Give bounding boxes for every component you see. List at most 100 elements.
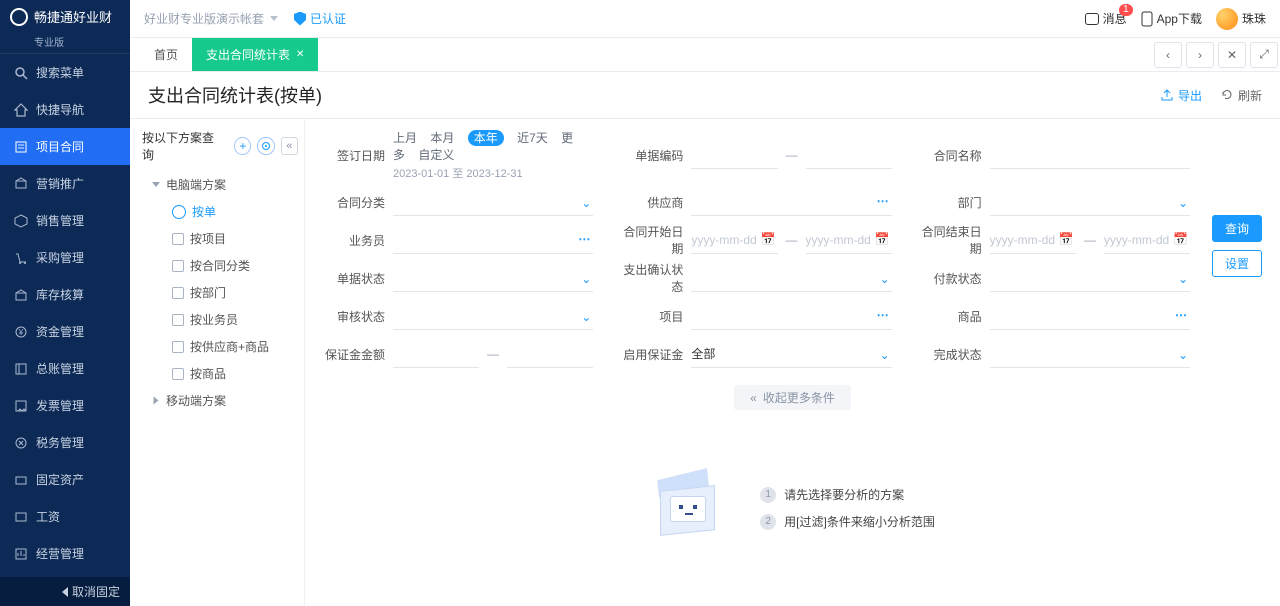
nav-marketing[interactable]: 营销推广 xyxy=(0,165,130,202)
nav-label: 项目合同 xyxy=(36,138,84,155)
unpin-button[interactable]: 取消固定 xyxy=(0,577,130,606)
opt-last-month[interactable]: 上月 xyxy=(393,131,417,145)
salesman-picker[interactable]: ⋯ xyxy=(393,226,593,254)
nav-funds[interactable]: ¥资金管理 xyxy=(0,313,130,350)
nav-quicknav[interactable]: 快捷导航 xyxy=(0,91,130,128)
chevron-down-icon: ⌄ xyxy=(581,272,591,286)
label: 签订日期 xyxy=(315,147,385,164)
refresh-button[interactable]: 刷新 xyxy=(1220,87,1262,104)
download-label: App下载 xyxy=(1157,10,1202,27)
start-date-from[interactable]: 📅 xyxy=(691,226,777,254)
scheme-item-by-order[interactable]: 按单 xyxy=(142,198,298,225)
collapse-conditions-button[interactable]: « 收起更多条件 xyxy=(734,385,851,410)
scheme-item-by-category[interactable]: 按合同分类 xyxy=(142,252,298,279)
opt-this-month[interactable]: 本月 xyxy=(430,131,454,145)
nav-tax[interactable]: 税务管理 xyxy=(0,424,130,461)
query-button[interactable]: 查询 xyxy=(1212,215,1262,242)
nav-project-contract[interactable]: 项目合同 xyxy=(0,128,130,165)
label: 付款状态 xyxy=(912,270,982,287)
nav-inventory[interactable]: 库存核算 xyxy=(0,276,130,313)
scheme-item-by-goods[interactable]: 按商品 xyxy=(142,360,298,387)
confirm-status-select[interactable]: ⌄ xyxy=(691,264,891,292)
scheme-item-by-dept[interactable]: 按部门 xyxy=(142,279,298,306)
end-date-from[interactable]: 📅 xyxy=(990,226,1076,254)
text-input[interactable] xyxy=(990,142,1190,168)
opt-this-year[interactable]: 本年 xyxy=(468,130,504,146)
start-date-to[interactable]: 📅 xyxy=(806,226,892,254)
deposit-to[interactable] xyxy=(507,340,593,368)
project-picker[interactable]: ⋯ xyxy=(691,302,891,330)
tabs-next-button[interactable]: › xyxy=(1186,42,1214,68)
item-icon xyxy=(172,233,184,245)
supplier-picker[interactable]: ⋯ xyxy=(691,188,891,216)
audit-status-select[interactable]: ⌄ xyxy=(393,302,593,330)
user-name: 珠珠 xyxy=(1242,10,1266,27)
export-label: 导出 xyxy=(1178,87,1202,104)
field-contract-name: 合同名称 xyxy=(912,129,1190,181)
opt-custom[interactable]: 自定义 xyxy=(418,148,454,162)
pay-status-select[interactable]: ⌄ xyxy=(990,264,1190,292)
nav-invoice[interactable]: 发票管理 xyxy=(0,387,130,424)
doc-no-to[interactable] xyxy=(806,141,892,169)
label: 完成状态 xyxy=(912,346,982,363)
arrow-left-icon xyxy=(62,587,68,597)
scheme-group-mobile[interactable]: 移动端方案 xyxy=(142,387,298,414)
user-menu[interactable]: 珠珠 xyxy=(1216,8,1266,30)
step-text: 请先选择要分析的方案 xyxy=(784,486,904,503)
nav-purchase[interactable]: 采购管理 xyxy=(0,239,130,276)
nav-assets[interactable]: 固定资产 xyxy=(0,461,130,498)
contract-name-input[interactable] xyxy=(990,141,1190,169)
tab-current[interactable]: 支出合同统计表 ✕ xyxy=(192,38,318,71)
tabbar-controls: ‹ › ✕ ⤢ xyxy=(1152,38,1280,71)
form-actions: 查询 设置 xyxy=(1212,215,1262,277)
add-scheme-button[interactable]: + xyxy=(234,137,251,155)
scheme-item-by-supplier-goods[interactable]: 按供应商+商品 xyxy=(142,333,298,360)
scheme-item-by-salesman[interactable]: 按业务员 xyxy=(142,306,298,333)
nav-search-menu[interactable]: 搜索菜单 xyxy=(0,54,130,91)
dept-select[interactable]: ⌄ xyxy=(990,188,1190,216)
filter-form: 签订日期 上月 本月 本年 近7天 更多 自定义 2023-01-01 至 20… xyxy=(305,119,1280,606)
main: 好业财专业版演示帐套 已认证 消息 1 App下载 xyxy=(130,0,1280,606)
collapse-scheme-button[interactable]: « xyxy=(281,137,298,155)
label: 审核状态 xyxy=(315,308,385,325)
scheme-item-by-project[interactable]: 按项目 xyxy=(142,225,298,252)
item-icon xyxy=(172,287,184,299)
close-icon[interactable]: ✕ xyxy=(296,49,304,60)
doc-no-from[interactable] xyxy=(691,141,777,169)
end-date-to[interactable]: 📅 xyxy=(1104,226,1190,254)
nav-sales[interactable]: 销售管理 xyxy=(0,202,130,239)
scheme-group-pc[interactable]: 电脑端方案 xyxy=(142,171,298,198)
chevron-down-icon: ⌄ xyxy=(1178,196,1188,210)
enable-deposit-select[interactable]: 全部⌄ xyxy=(691,340,891,368)
export-button[interactable]: 导出 xyxy=(1160,87,1202,104)
nav-ledger[interactable]: 总账管理 xyxy=(0,350,130,387)
settings-button[interactable]: 设置 xyxy=(1212,250,1262,277)
work-area: 按以下方案查询 + « 电脑端方案 按单 按项目 按合同分类 按部门 按业务员 … xyxy=(130,119,1280,606)
tenant-selector[interactable]: 好业财专业版演示帐套 xyxy=(144,10,278,27)
deposit-from[interactable] xyxy=(393,340,479,368)
contract-cat-select[interactable]: ⌄ xyxy=(393,188,593,216)
shield-icon xyxy=(294,12,306,26)
scheme-settings-button[interactable] xyxy=(257,137,274,155)
clock-icon xyxy=(172,205,186,219)
nav-label: 工资 xyxy=(36,508,60,525)
nav-wage[interactable]: 工资 xyxy=(0,498,130,535)
tabs-prev-button[interactable]: ‹ xyxy=(1154,42,1182,68)
tab-label: 支出合同统计表 xyxy=(206,46,290,63)
nav-operation[interactable]: 经营管理 xyxy=(0,535,130,572)
goods-picker[interactable]: ⋯ xyxy=(990,302,1190,330)
complete-status-select[interactable]: ⌄ xyxy=(990,340,1190,368)
messages-button[interactable]: 消息 1 xyxy=(1085,10,1127,27)
doc-status-select[interactable]: ⌄ xyxy=(393,264,593,292)
opt-last7[interactable]: 近7天 xyxy=(517,131,548,145)
label: 项目 xyxy=(613,308,683,325)
label: 供应商 xyxy=(613,194,683,211)
nav-label: 销售管理 xyxy=(36,212,84,229)
topbar-actions: 消息 1 App下载 珠珠 xyxy=(1085,8,1266,30)
robot-illustration xyxy=(650,468,730,548)
tabs-close-all-button[interactable]: ✕ xyxy=(1218,42,1246,68)
app-download-button[interactable]: App下载 xyxy=(1141,10,1202,27)
tab-home[interactable]: 首页 xyxy=(140,38,192,71)
nav-label: 搜索菜单 xyxy=(36,64,84,81)
fullscreen-button[interactable]: ⤢ xyxy=(1250,42,1278,68)
